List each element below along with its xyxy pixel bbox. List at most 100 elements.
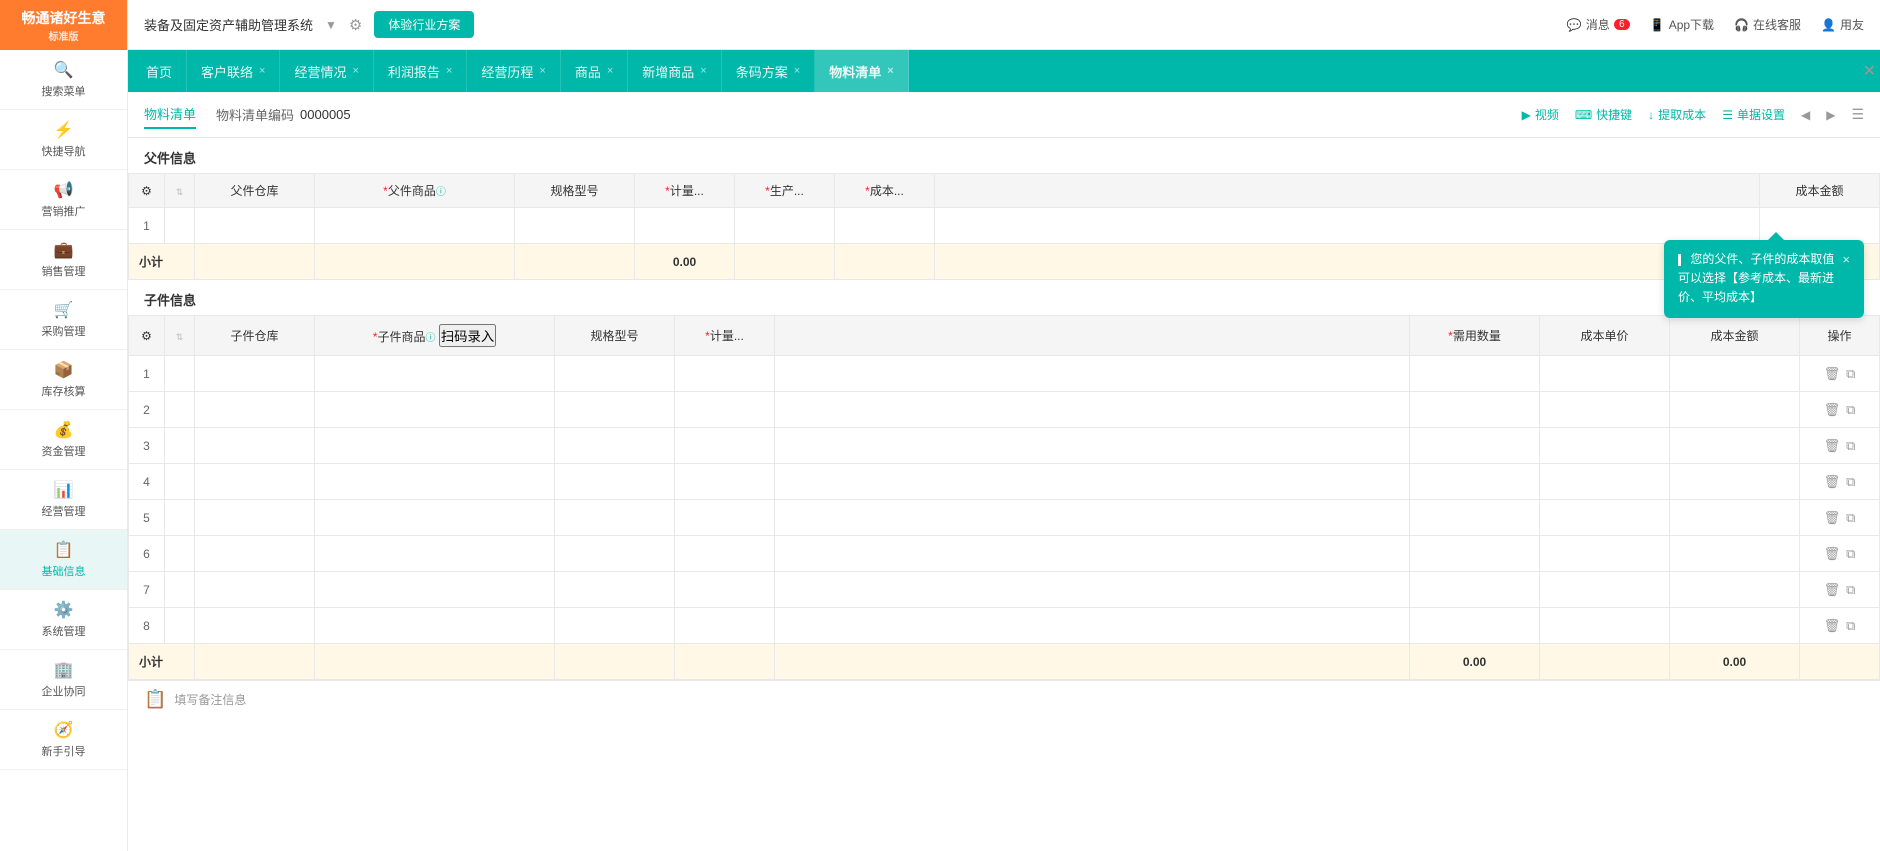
- nav-tab-operation[interactable]: 经营情况 ×: [280, 50, 373, 92]
- child-row-2-warehouse[interactable]: [195, 392, 315, 428]
- parent-row-1-spec[interactable]: [515, 208, 635, 244]
- sidebar-item-inventory[interactable]: 📦库存核算: [0, 350, 127, 410]
- child-row-3-goods[interactable]: [315, 428, 555, 464]
- sub-tab-bom-list[interactable]: 物料清单: [144, 100, 196, 129]
- copy-icon-6[interactable]: ⧉: [1846, 546, 1855, 562]
- child-row-3-amount[interactable]: [1670, 428, 1800, 464]
- delete-icon-2[interactable]: 🗑: [1824, 402, 1841, 418]
- delete-icon-3[interactable]: 🗑: [1824, 438, 1841, 454]
- child-row-1-goods[interactable]: [315, 356, 555, 392]
- close-tab-barcode[interactable]: ×: [794, 65, 800, 77]
- child-row-8-quantity[interactable]: [1410, 608, 1540, 644]
- child-col-settings[interactable]: ⚙: [129, 316, 165, 356]
- child-row-7-goods[interactable]: [315, 572, 555, 608]
- child-row-5-warehouse[interactable]: [195, 500, 315, 536]
- child-row-1-amount[interactable]: [1670, 356, 1800, 392]
- child-row-2-unit[interactable]: [675, 392, 775, 428]
- sidebar-item-finance[interactable]: 💰资金管理: [0, 410, 127, 470]
- child-row-7-warehouse[interactable]: [195, 572, 315, 608]
- child-row-5-goods[interactable]: [315, 500, 555, 536]
- sidebar-item-operations[interactable]: 📊经营管理: [0, 470, 127, 530]
- copy-icon-3[interactable]: ⧉: [1846, 438, 1855, 454]
- delete-icon-8[interactable]: 🗑: [1824, 618, 1841, 634]
- close-tab-profit[interactable]: ×: [446, 65, 452, 77]
- copy-icon-4[interactable]: ⧉: [1846, 474, 1855, 490]
- child-row-7-quantity[interactable]: [1410, 572, 1540, 608]
- child-row-4-quantity[interactable]: [1410, 464, 1540, 500]
- child-row-5-unit-price[interactable]: [1540, 500, 1670, 536]
- nav-tab-newgoods[interactable]: 新增商品 ×: [628, 50, 721, 92]
- close-tab-history[interactable]: ×: [539, 65, 545, 77]
- system-dropdown-icon[interactable]: ▼: [325, 18, 337, 32]
- delete-icon-5[interactable]: 🗑: [1824, 510, 1841, 526]
- user-menu[interactable]: 👤 用友: [1821, 16, 1864, 33]
- shortcut-button[interactable]: ⌨ 快捷键: [1575, 106, 1632, 123]
- close-tab-bom[interactable]: ×: [887, 65, 893, 77]
- parent-row-1-produce[interactable]: [735, 208, 835, 244]
- close-tab-goods[interactable]: ×: [607, 65, 613, 77]
- child-row-7-spec[interactable]: [555, 572, 675, 608]
- child-row-2-spec[interactable]: [555, 392, 675, 428]
- child-row-1-unit-price[interactable]: [1540, 356, 1670, 392]
- app-download-button[interactable]: 📱 App下载: [1650, 16, 1714, 33]
- delete-icon-1[interactable]: 🗑: [1824, 366, 1841, 382]
- nav-tab-bom[interactable]: 物料清单 ×: [815, 50, 908, 92]
- child-row-1-unit[interactable]: [675, 356, 775, 392]
- online-service-button[interactable]: 🎧 在线客服: [1734, 16, 1801, 33]
- child-row-3-warehouse[interactable]: [195, 428, 315, 464]
- child-row-3-quantity[interactable]: [1410, 428, 1540, 464]
- child-row-6-unit[interactable]: [675, 536, 775, 572]
- child-row-7-unit[interactable]: [675, 572, 775, 608]
- child-row-2-goods[interactable]: [315, 392, 555, 428]
- child-row-8-warehouse[interactable]: [195, 608, 315, 644]
- delete-icon-4[interactable]: 🗑: [1824, 474, 1841, 490]
- child-row-5-quantity[interactable]: [1410, 500, 1540, 536]
- child-row-1-warehouse[interactable]: [195, 356, 315, 392]
- child-row-3-unit-price[interactable]: [1540, 428, 1670, 464]
- parent-row-1-cost[interactable]: [835, 208, 935, 244]
- child-row-6-unit-price[interactable]: [1540, 536, 1670, 572]
- child-row-8-unit[interactable]: [675, 608, 775, 644]
- child-row-4-spec[interactable]: [555, 464, 675, 500]
- delete-icon-6[interactable]: 🗑: [1824, 546, 1841, 562]
- child-row-2-unit-price[interactable]: [1540, 392, 1670, 428]
- parent-row-1-goods[interactable]: [315, 208, 515, 244]
- close-tab-customer[interactable]: ×: [259, 65, 265, 77]
- nav-tab-customer[interactable]: 客户联络 ×: [187, 50, 280, 92]
- sidebar-item-guide[interactable]: 🧭新手引导: [0, 710, 127, 770]
- nav-next-button[interactable]: ▶: [1826, 108, 1835, 122]
- child-row-7-unit-price[interactable]: [1540, 572, 1670, 608]
- child-row-4-warehouse[interactable]: [195, 464, 315, 500]
- copy-icon-8[interactable]: ⧉: [1846, 618, 1855, 634]
- sidebar-item-basic-info[interactable]: 📋基础信息: [0, 530, 127, 590]
- child-row-8-spec[interactable]: [555, 608, 675, 644]
- nav-tab-goods[interactable]: 商品 ×: [561, 50, 628, 92]
- child-row-8-unit-price[interactable]: [1540, 608, 1670, 644]
- single-settings-button[interactable]: ☰ 单据设置: [1722, 106, 1785, 123]
- child-row-8-amount[interactable]: [1670, 608, 1800, 644]
- sidebar-item-sales[interactable]: 💼销售管理: [0, 230, 127, 290]
- child-row-1-quantity[interactable]: [1410, 356, 1540, 392]
- sidebar-item-enterprise[interactable]: 🏢企业协同: [0, 650, 127, 710]
- child-row-1-spec[interactable]: [555, 356, 675, 392]
- parent-row-1-unit[interactable]: [635, 208, 735, 244]
- sidebar-item-purchase[interactable]: 🛒采购管理: [0, 290, 127, 350]
- nav-tab-home[interactable]: 首页: [132, 50, 187, 92]
- nav-tab-history[interactable]: 经营历程 ×: [467, 50, 560, 92]
- trial-button[interactable]: 体验行业方案: [374, 11, 474, 38]
- close-tab-newgoods[interactable]: ×: [700, 65, 706, 77]
- nav-tab-barcode[interactable]: 条码方案 ×: [722, 50, 815, 92]
- child-row-6-quantity[interactable]: [1410, 536, 1540, 572]
- child-row-6-spec[interactable]: [555, 536, 675, 572]
- parent-row-1-warehouse[interactable]: [195, 208, 315, 244]
- child-row-4-amount[interactable]: [1670, 464, 1800, 500]
- nav-tab-profit[interactable]: 利润报告 ×: [374, 50, 467, 92]
- view-button[interactable]: ▶ 视频: [1522, 106, 1559, 123]
- copy-icon-5[interactable]: ⧉: [1846, 510, 1855, 526]
- tooltip-close-button[interactable]: ×: [1842, 250, 1850, 271]
- child-row-6-goods[interactable]: [315, 536, 555, 572]
- sidebar-item-system[interactable]: ⚙️系统管理: [0, 590, 127, 650]
- close-tab-operation[interactable]: ×: [352, 65, 358, 77]
- child-row-7-amount[interactable]: [1670, 572, 1800, 608]
- extract-cost-button[interactable]: ↓ 提取成本: [1648, 106, 1706, 123]
